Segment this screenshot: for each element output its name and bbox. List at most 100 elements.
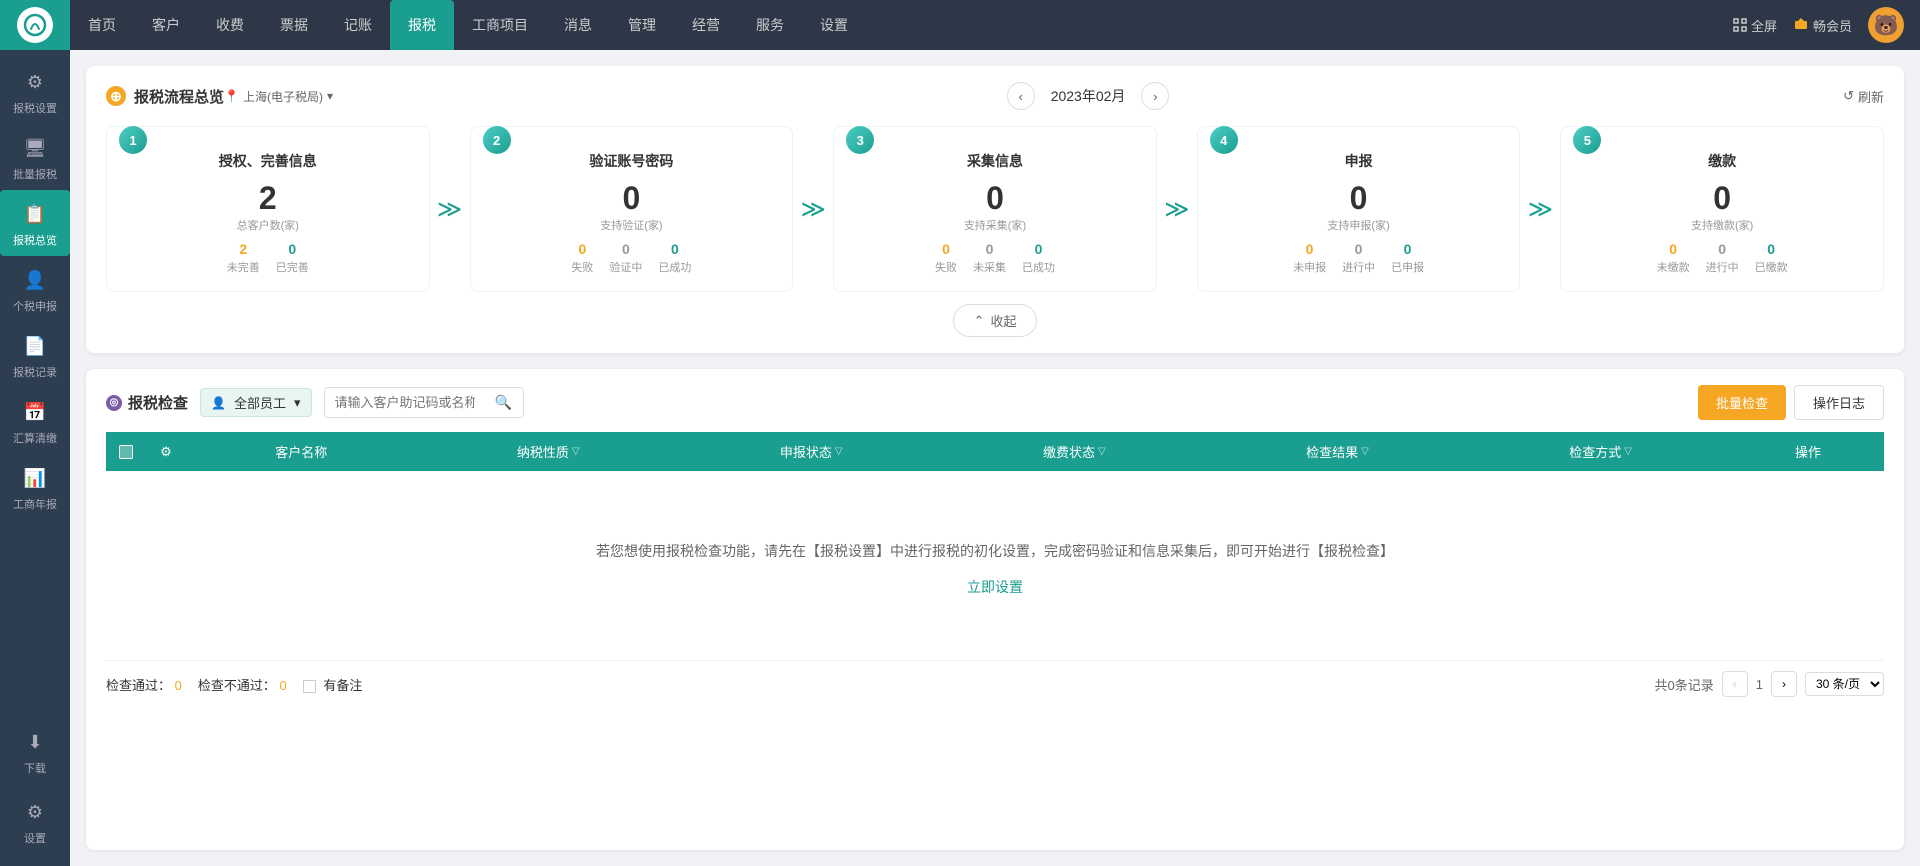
fullscreen-btn[interactable]: 全屏 — [1733, 16, 1777, 35]
step-desc: 支持申报(家) — [1214, 217, 1504, 233]
select-all-checkbox[interactable] — [119, 445, 133, 459]
next-page-btn[interactable]: › — [1771, 671, 1797, 697]
next-month-btn[interactable]: › — [1141, 82, 1169, 110]
filter-arrow-icon: ▽ — [1361, 446, 1369, 457]
sidebar-item-报税总览[interactable]: 📋报税总览 — [0, 190, 70, 256]
refresh-btn[interactable]: ↺ 刷新 — [1843, 87, 1884, 106]
fail-count-link[interactable]: 0 — [280, 678, 287, 693]
fail-label: 检查不通过： 0 — [198, 675, 287, 694]
nav-item-首页[interactable]: 首页 — [70, 0, 134, 50]
step-count: 0 — [1214, 179, 1504, 217]
overview-title: ⊕ 报税流程总览 — [106, 86, 224, 107]
step-arrow-1: ≫ — [430, 195, 470, 224]
nav-item-服务[interactable]: 服务 — [738, 0, 802, 50]
nav-item-票据[interactable]: 票据 — [262, 0, 326, 50]
collapse-btn[interactable]: ⌃ 收起 — [953, 304, 1038, 337]
nav-item-收费[interactable]: 收费 — [198, 0, 262, 50]
location-icon: 📍 — [224, 89, 239, 103]
filter-arrow-icon: ▽ — [572, 446, 580, 457]
settings-icon[interactable]: ⚙ — [160, 444, 172, 459]
step-stat: 0 失败 — [935, 241, 957, 275]
step-arrow-4: ≫ — [1520, 195, 1560, 224]
sidebar-item-label: 报税设置 — [13, 100, 57, 116]
tax-table-wrap: ⚙ 客户名称 纳税性质 ▽ 申报状态 ▽ 缴费状态 ▽ 检查结果 ▽ 检查方式 … — [106, 432, 1884, 652]
step-desc: 支持验证(家) — [487, 217, 777, 233]
pass-count-link[interactable]: 0 — [175, 678, 182, 693]
user-avatar[interactable]: 🐻 — [1868, 7, 1904, 43]
main-layout: ⚙报税设置🖥批量报税📋报税总览👤个税申报📄报税记录📅汇算清缴📊工商年报 ⬇ 下载… — [0, 50, 1920, 866]
table-empty-row: 若您想使用报税检查功能，请先在【报税设置】中进行报税的初化设置，完成密码验证和信… — [106, 471, 1884, 652]
nav-right: 全屏 畅会员 🐻 — [1733, 7, 1920, 43]
note-checkbox-icon[interactable] — [303, 680, 316, 693]
nav-item-经营[interactable]: 经营 — [674, 0, 738, 50]
tax-table: ⚙ 客户名称 纳税性质 ▽ 申报状态 ▽ 缴费状态 ▽ 检查结果 ▽ 检查方式 … — [106, 432, 1884, 652]
check-method-col: 检查方式 ▽ — [1469, 432, 1732, 471]
step-title: 采集信息 — [850, 151, 1140, 171]
tax-check-header: ◎ 报税检查 👤 全部员工 ▾ 🔍 批量检查 操作日志 — [106, 385, 1884, 420]
stat-label: 失败 — [935, 259, 957, 275]
nav-item-管理[interactable]: 管理 — [610, 0, 674, 50]
stat-num: 0 — [622, 241, 630, 257]
overview-card: ⊕ 报税流程总览 📍 上海(电子税局) ▾ ‹ 2023年02月 › ↺ — [86, 66, 1904, 353]
nav-item-报税[interactable]: 报税 — [390, 0, 454, 50]
nav-item-消息[interactable]: 消息 — [546, 0, 610, 50]
sidebar-item-报税记录[interactable]: 📄报税记录 — [0, 322, 70, 388]
search-input[interactable] — [325, 389, 485, 416]
prev-page-btn[interactable]: ‹ — [1722, 671, 1748, 697]
stat-label: 进行中 — [1342, 259, 1375, 275]
sidebar-item-settings[interactable]: ⚙ 设置 — [0, 788, 70, 854]
step-number: 4 — [1210, 126, 1238, 154]
stat-label: 未缴款 — [1657, 259, 1690, 275]
step-stat: 0 已申报 — [1391, 241, 1424, 275]
pay-status-col: 缴费状态 ▽ — [943, 432, 1206, 471]
tax-check-card: ◎ 报税检查 👤 全部员工 ▾ 🔍 批量检查 操作日志 — [86, 369, 1904, 850]
total-records: 共0条记录 — [1655, 675, 1714, 694]
stat-num: 2 — [239, 241, 247, 257]
batch-check-btn[interactable]: 批量检查 — [1698, 385, 1786, 420]
sidebar-item-download[interactable]: ⬇ 下载 — [0, 718, 70, 784]
stat-num: 0 — [671, 241, 679, 257]
employee-filter[interactable]: 👤 全部员工 ▾ — [200, 388, 312, 417]
operation-log-btn[interactable]: 操作日志 — [1794, 385, 1884, 420]
fullscreen-label: 全屏 — [1751, 16, 1777, 35]
empty-message: 若您想使用报税检查功能，请先在【报税设置】中进行报税的初化设置，完成密码验证和信… — [138, 541, 1852, 561]
sidebar-icon: 📊 — [21, 464, 49, 492]
customer-name-col: 客户名称 — [186, 432, 417, 471]
sidebar-item-label: 设置 — [24, 830, 46, 846]
logo[interactable] — [0, 0, 70, 50]
sidebar-icon: 👤 — [21, 266, 49, 294]
sidebar-icon: 📅 — [21, 398, 49, 426]
nav-item-工商项目[interactable]: 工商项目 — [454, 0, 546, 50]
nav-item-记账[interactable]: 记账 — [326, 0, 390, 50]
step-stats: 2 未完善 0 已完善 — [123, 241, 413, 275]
sidebar-item-批量报税[interactable]: 🖥批量报税 — [0, 124, 70, 190]
sidebar-item-报税设置[interactable]: ⚙报税设置 — [0, 58, 70, 124]
sidebar-item-汇算清缴[interactable]: 📅汇算清缴 — [0, 388, 70, 454]
stat-label: 已成功 — [658, 259, 691, 275]
step-count: 0 — [850, 179, 1140, 217]
table-body: 若您想使用报税检查功能，请先在【报税设置】中进行报税的初化设置，完成密码验证和信… — [106, 471, 1884, 652]
sidebar-item-工商年报[interactable]: 📊工商年报 — [0, 454, 70, 520]
overview-header: ⊕ 报税流程总览 📍 上海(电子税局) ▾ ‹ 2023年02月 › ↺ — [106, 82, 1884, 110]
nav-item-客户[interactable]: 客户 — [134, 0, 198, 50]
step-desc: 支持缴款(家) — [1577, 217, 1867, 233]
setup-link[interactable]: 立即设置 — [967, 579, 1023, 595]
search-box[interactable]: 🔍 — [324, 387, 524, 418]
footer-left: 检查通过： 0 检查不通过： 0 有备注 — [106, 675, 362, 694]
step-stats: 0 未缴款 0 进行中 0 已缴款 — [1577, 241, 1867, 275]
step-stat: 0 已成功 — [1022, 241, 1055, 275]
sidebar-icon: 📄 — [21, 332, 49, 360]
steps-wrapper: 1 授权、完善信息 2 总客户数(家) 2 未完善 0 已完善 ≫ 2 验证账号… — [106, 126, 1884, 292]
sidebar-item-个税申报[interactable]: 👤个税申报 — [0, 256, 70, 322]
nav-item-设置[interactable]: 设置 — [802, 0, 866, 50]
stat-label: 验证中 — [609, 259, 642, 275]
prev-month-btn[interactable]: ‹ — [1007, 82, 1035, 110]
step-arrow-2: ≫ — [793, 195, 833, 224]
search-button[interactable]: 🔍 — [485, 388, 522, 417]
stat-label: 未申报 — [1293, 259, 1326, 275]
member-btn[interactable]: 畅会员 — [1793, 16, 1852, 35]
tax-check-title: ◎ 报税检查 — [106, 392, 188, 413]
location-tag[interactable]: 📍 上海(电子税局) ▾ — [224, 88, 333, 105]
per-page-select[interactable]: 30 条/页 — [1805, 672, 1884, 696]
step-stat: 0 进行中 — [1706, 241, 1739, 275]
